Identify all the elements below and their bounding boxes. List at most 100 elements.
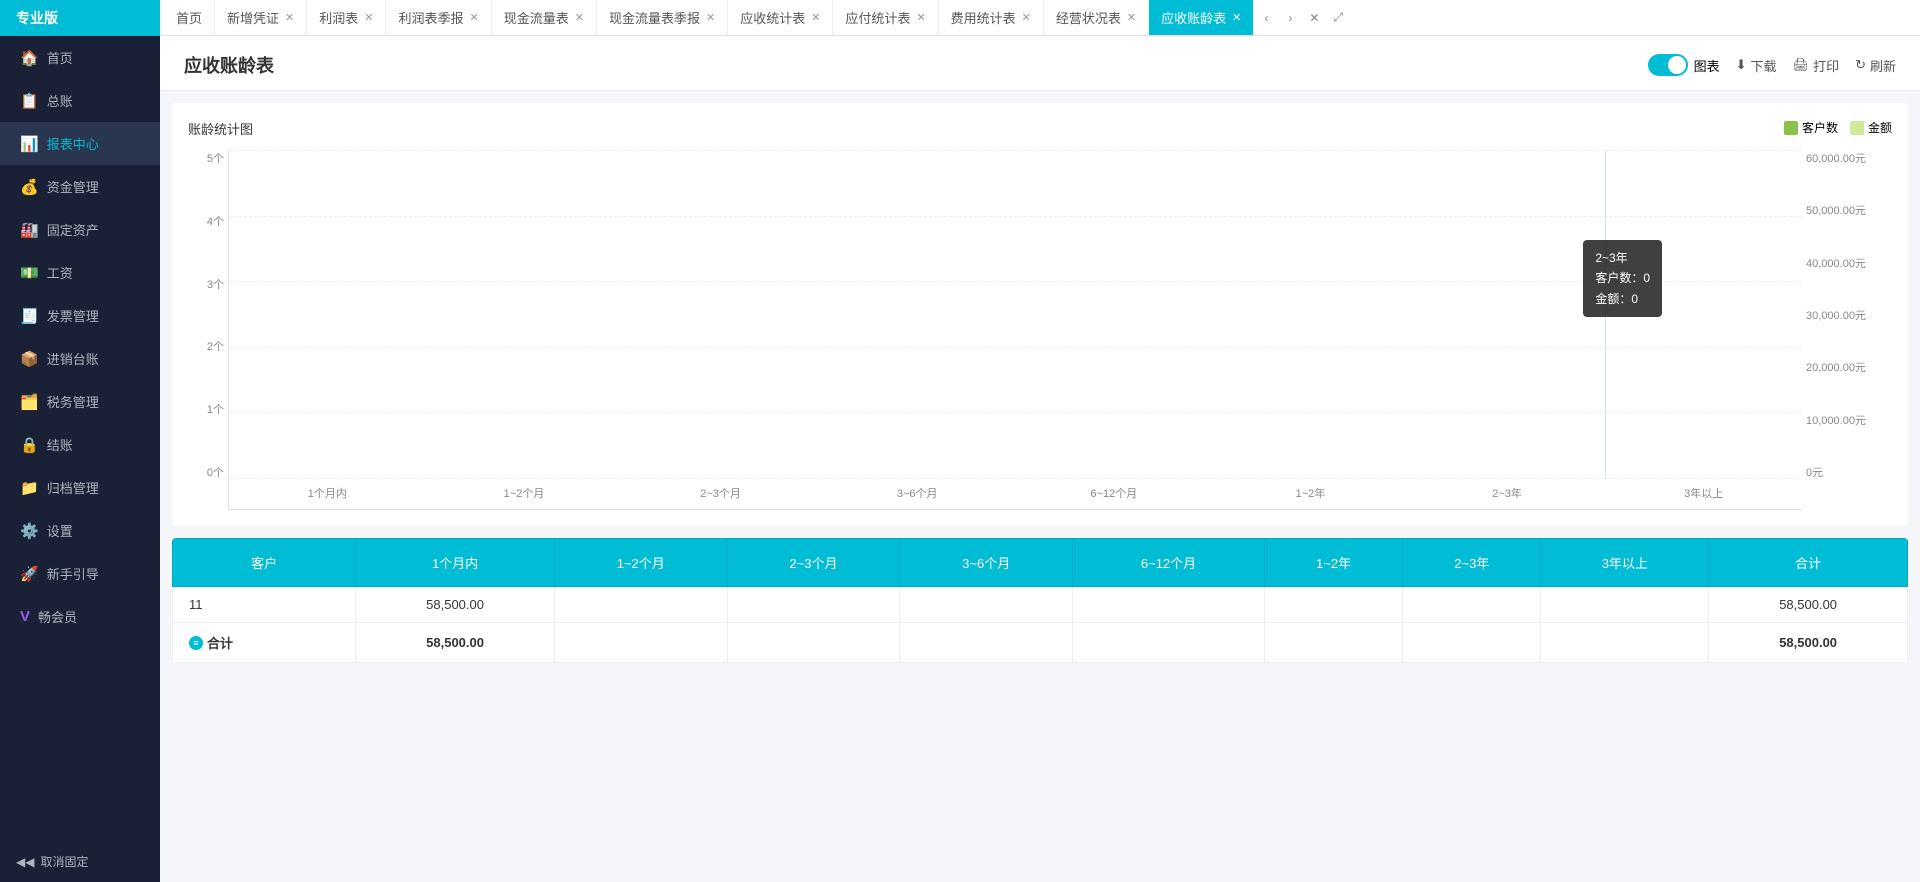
sidebar-item-salary[interactable]: 💵 工资 xyxy=(0,251,160,294)
total-12month xyxy=(554,623,727,663)
sidebar-item-label: 资金管理 xyxy=(47,177,99,196)
ledger-icon: 📋 xyxy=(20,92,39,110)
col-612month: 6~12个月 xyxy=(1073,539,1265,587)
tab-aging[interactable]: 应收账龄表 ✕ xyxy=(1149,0,1254,36)
sidebar-item-ledger[interactable]: 📋 总账 xyxy=(0,79,160,122)
tab-cashflow[interactable]: 现金流量表 ✕ xyxy=(492,0,597,36)
legend-amount: 金额 xyxy=(1850,119,1892,136)
sidebar-item-home[interactable]: 🏠 首页 xyxy=(0,36,160,79)
y-axis-left: 5个 4个 3个 2个 1个 0个 xyxy=(188,150,228,510)
total-label-wrapper: ≡ 合计 xyxy=(189,633,347,652)
tab-voucher[interactable]: 新增凭证 ✕ xyxy=(215,0,307,36)
tab-receivable-stat[interactable]: 应收统计表 ✕ xyxy=(728,0,833,36)
tab-profit[interactable]: 利润表 ✕ xyxy=(307,0,386,36)
tab-payable-stat-close[interactable]: ✕ xyxy=(916,11,925,24)
unpin-button[interactable]: ◀◀ 取消固定 xyxy=(0,841,160,882)
col-23month: 2~3个月 xyxy=(727,539,900,587)
tab-receivable-stat-label: 应收统计表 xyxy=(740,8,805,27)
sidebar-item-label: 固定资产 xyxy=(47,220,99,239)
tab-expense-stat[interactable]: 费用统计表 ✕ xyxy=(939,0,1044,36)
download-label: 下载 xyxy=(1751,56,1777,75)
tab-close-all[interactable]: ✕ xyxy=(1302,6,1326,30)
row-1month: 58,500.00 xyxy=(356,587,555,623)
chart-title: 账龄统计图 xyxy=(188,119,1892,138)
row-36month xyxy=(900,587,1073,623)
refresh-icon: ↻ xyxy=(1855,57,1866,73)
y-right-60000: 60,000.00元 xyxy=(1806,150,1866,166)
tab-voucher-close[interactable]: ✕ xyxy=(285,11,294,24)
tab-nav-prev[interactable]: ‹ xyxy=(1254,6,1278,30)
y-right-0: 0元 xyxy=(1806,464,1823,480)
y-right-30000: 30,000.00元 xyxy=(1806,307,1866,323)
row-total: 58,500.00 xyxy=(1709,587,1908,623)
page-content: 应收账龄表 图表 ⬇ 下载 🖨 打印 ↻ 刷新 xyxy=(160,36,1920,882)
tab-expense-stat-close[interactable]: ✕ xyxy=(1022,11,1031,24)
legend-customers-label: 客户数 xyxy=(1802,119,1838,136)
tab-profit-quarter-close[interactable]: ✕ xyxy=(470,11,479,24)
sidebar-item-tax[interactable]: 🗂️ 税务管理 xyxy=(0,380,160,423)
total-1month: 58,500.00 xyxy=(356,623,555,663)
print-button[interactable]: 🖨 打印 xyxy=(1793,56,1840,75)
tab-aging-close[interactable]: ✕ xyxy=(1232,11,1241,24)
chart-toggle[interactable] xyxy=(1648,54,1688,76)
tab-profit-quarter-label: 利润表季报 xyxy=(398,8,463,27)
total-total: 58,500.00 xyxy=(1709,623,1908,663)
unpin-icon: ◀◀ xyxy=(16,855,34,869)
assets-icon: 🏭 xyxy=(20,221,39,239)
refresh-button[interactable]: ↻ 刷新 xyxy=(1855,56,1896,75)
y-left-5: 5个 xyxy=(207,150,224,166)
chart-tooltip: 2~3年 客户数：0 金额：0 xyxy=(1583,240,1662,317)
tab-cashflow-quarter[interactable]: 现金流量表季报 ✕ xyxy=(597,0,728,36)
download-icon: ⬇ xyxy=(1736,57,1747,73)
download-button[interactable]: ⬇ 下载 xyxy=(1736,56,1777,75)
page-header: 应收账龄表 图表 ⬇ 下载 🖨 打印 ↻ 刷新 xyxy=(160,36,1920,91)
capital-icon: 💰 xyxy=(20,178,39,196)
header-actions: 图表 ⬇ 下载 🖨 打印 ↻ 刷新 xyxy=(1648,54,1896,76)
sidebar-item-reports[interactable]: 📊 报表中心 xyxy=(0,122,160,165)
y-axis-right: 60,000.00元 50,000.00元 40,000.00元 30,000.… xyxy=(1802,150,1892,510)
sidebar: 专业版 🏠 首页 📋 总账 📊 报表中心 💰 资金管理 🏭 固定资产 💵 工资 … xyxy=(0,0,160,882)
tab-operation[interactable]: 经营状况表 ✕ xyxy=(1044,0,1149,36)
sidebar-item-assets[interactable]: 🏭 固定资产 xyxy=(0,208,160,251)
row-12month xyxy=(554,587,727,623)
tab-cashflow-close[interactable]: ✕ xyxy=(575,11,584,24)
total-row: ≡ 合计 58,500.00 58,500.00 xyxy=(173,623,1908,663)
tab-payable-stat[interactable]: 应付统计表 ✕ xyxy=(833,0,938,36)
y-right-20000: 20,000.00元 xyxy=(1806,359,1866,375)
unpin-label: 取消固定 xyxy=(40,853,88,870)
y-right-50000: 50,000.00元 xyxy=(1806,202,1866,218)
sidebar-item-settings[interactable]: ⚙️ 设置 xyxy=(0,509,160,552)
sidebar-item-capital[interactable]: 💰 资金管理 xyxy=(0,165,160,208)
tab-home-label: 首页 xyxy=(176,8,202,27)
tab-expand[interactable]: ⤢ xyxy=(1326,6,1350,30)
tab-receivable-stat-close[interactable]: ✕ xyxy=(811,11,820,24)
table-header-row: 客户 1个月内 1~2个月 2~3个月 3~6个月 6~12个月 1~2年 2~… xyxy=(173,539,1908,587)
sidebar-item-label: 首页 xyxy=(47,48,73,67)
tab-home[interactable]: 首页 xyxy=(164,0,215,36)
total-label-cell: ≡ 合计 xyxy=(173,623,356,663)
tab-nav-next[interactable]: › xyxy=(1278,6,1302,30)
sidebar-item-guide[interactable]: 🚀 新手引导 xyxy=(0,552,160,595)
tab-profit-close[interactable]: ✕ xyxy=(364,11,373,24)
sidebar-item-invoice[interactable]: 🧾 发票管理 xyxy=(0,294,160,337)
tab-payable-stat-label: 应付统计表 xyxy=(845,8,910,27)
col-3plus: 3年以上 xyxy=(1541,539,1709,587)
sidebar-item-close[interactable]: 🔒 结账 xyxy=(0,423,160,466)
tooltip-amount: 金额：0 xyxy=(1595,289,1650,309)
tab-profit-quarter[interactable]: 利润表季报 ✕ xyxy=(386,0,491,36)
legend-customers-color xyxy=(1784,121,1798,135)
table-section: 客户 1个月内 1~2个月 2~3个月 3~6个月 6~12个月 1~2年 2~… xyxy=(172,538,1908,663)
row-612month xyxy=(1073,587,1265,623)
col-total: 合计 xyxy=(1709,539,1908,587)
sidebar-item-label: 新手引导 xyxy=(47,564,99,583)
data-table: 客户 1个月内 1~2个月 2~3个月 3~6个月 6~12个月 1~2年 2~… xyxy=(172,538,1908,663)
app-logo: 专业版 xyxy=(0,0,160,36)
chart-section: 账龄统计图 客户数 金额 5个 4个 3个 2个 1个 xyxy=(172,103,1908,526)
tab-operation-close[interactable]: ✕ xyxy=(1127,11,1136,24)
sidebar-item-purchase[interactable]: 📦 进销台账 xyxy=(0,337,160,380)
sidebar-item-vip[interactable]: V 畅会员 xyxy=(0,595,160,638)
tab-cashflow-quarter-close[interactable]: ✕ xyxy=(706,11,715,24)
sidebar-item-archive[interactable]: 📁 归档管理 xyxy=(0,466,160,509)
y-left-3: 3个 xyxy=(207,276,224,292)
salary-icon: 💵 xyxy=(20,264,39,282)
